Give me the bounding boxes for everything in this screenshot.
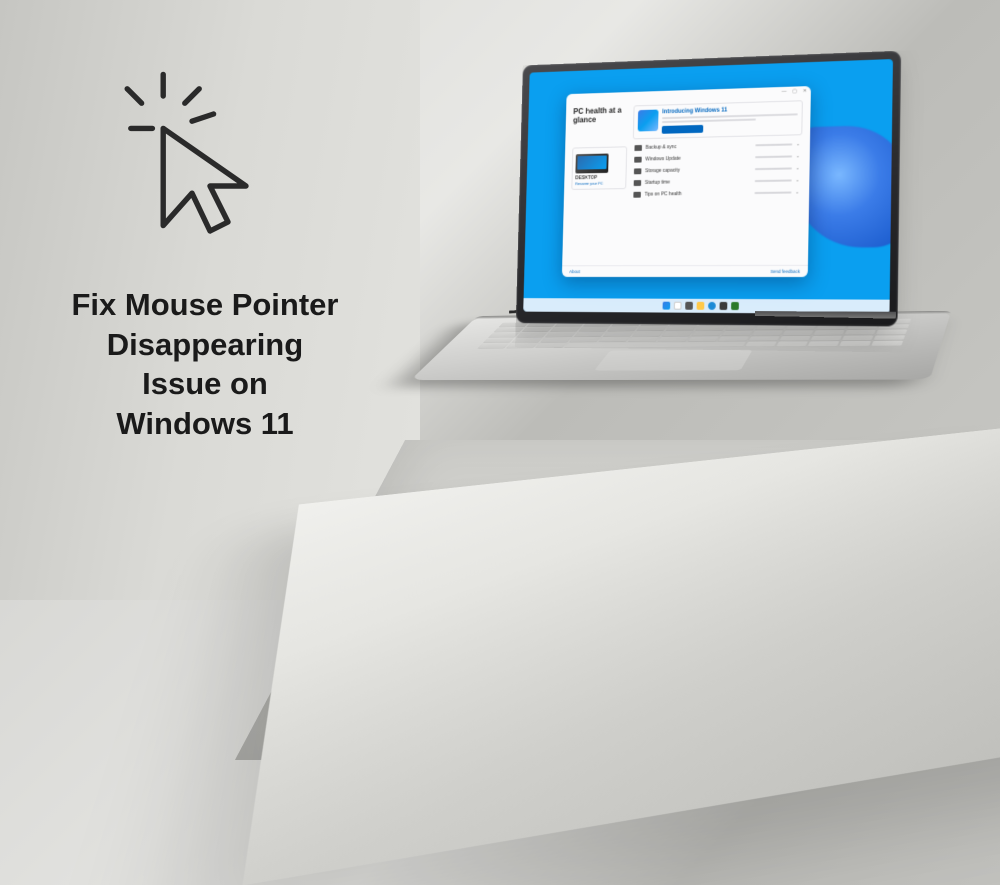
laptop-display: — ▢ ✕ PC health at a glance DESKTOP Rena… xyxy=(523,59,893,314)
storage-icon xyxy=(634,168,642,174)
caption-line-4: Windows 11 xyxy=(40,404,370,444)
windows11-bloom-icon xyxy=(638,110,659,132)
laptop: — ▢ ✕ PC health at a glance DESKTOP Rena… xyxy=(470,55,980,495)
list-item: Startup time⌄ xyxy=(632,175,802,188)
startup-icon xyxy=(634,180,642,186)
list-item: Storage capacity⌄ xyxy=(632,163,802,176)
chevron-down-icon: ⌄ xyxy=(795,177,799,183)
check-now-button xyxy=(662,125,704,134)
tips-icon xyxy=(633,192,641,198)
promo-image: Fix Mouse Pointer Disappearing Issue on … xyxy=(0,0,1000,600)
device-card: DESKTOP Rename your PC xyxy=(571,146,627,190)
about-link: About xyxy=(569,269,580,274)
keyboard xyxy=(477,319,911,349)
windows11-promo-card: Introducing Windows 11 xyxy=(633,100,803,139)
task-view-icon xyxy=(685,302,693,310)
caption-line-3: Issue on xyxy=(40,364,370,404)
app-heading: PC health at a glance xyxy=(573,106,628,125)
minimize-icon: — xyxy=(782,89,787,95)
security-icon xyxy=(731,302,739,310)
search-icon xyxy=(674,302,682,310)
list-item: Windows Update⌄ xyxy=(632,151,802,164)
laptop-screen-bezel: — ▢ ✕ PC health at a glance DESKTOP Rena… xyxy=(516,51,901,327)
edge-icon xyxy=(708,302,716,310)
image-caption: Fix Mouse Pointer Disappearing Issue on … xyxy=(40,285,370,444)
start-icon xyxy=(663,302,671,310)
chevron-down-icon: ⌄ xyxy=(795,189,799,195)
store-icon xyxy=(720,302,728,310)
caption-line-2: Disappearing xyxy=(40,325,370,365)
maximize-icon: ▢ xyxy=(792,88,797,94)
trackpad xyxy=(594,350,752,371)
health-list: Backup & sync⌄ Windows Update⌄ Storage c… xyxy=(630,139,802,259)
chevron-down-icon: ⌄ xyxy=(796,153,800,159)
chevron-down-icon: ⌄ xyxy=(796,165,800,171)
close-icon: ✕ xyxy=(803,88,807,94)
update-icon xyxy=(634,157,642,163)
mouse-pointer-click-icon xyxy=(120,60,300,240)
rename-link: Rename your PC xyxy=(575,180,623,186)
file-explorer-icon xyxy=(697,302,705,310)
chevron-down-icon: ⌄ xyxy=(796,141,800,147)
app-footer: About Send feedback xyxy=(562,265,808,277)
device-thumbnail-icon xyxy=(575,154,608,174)
cloud-icon xyxy=(634,145,642,151)
pc-health-check-window: — ▢ ✕ PC health at a glance DESKTOP Rena… xyxy=(562,86,811,277)
caption-line-1: Fix Mouse Pointer xyxy=(40,285,370,325)
feedback-link: Send feedback xyxy=(770,269,800,274)
laptop-base xyxy=(410,312,950,380)
list-item: Tips on PC health⌄ xyxy=(631,187,801,199)
